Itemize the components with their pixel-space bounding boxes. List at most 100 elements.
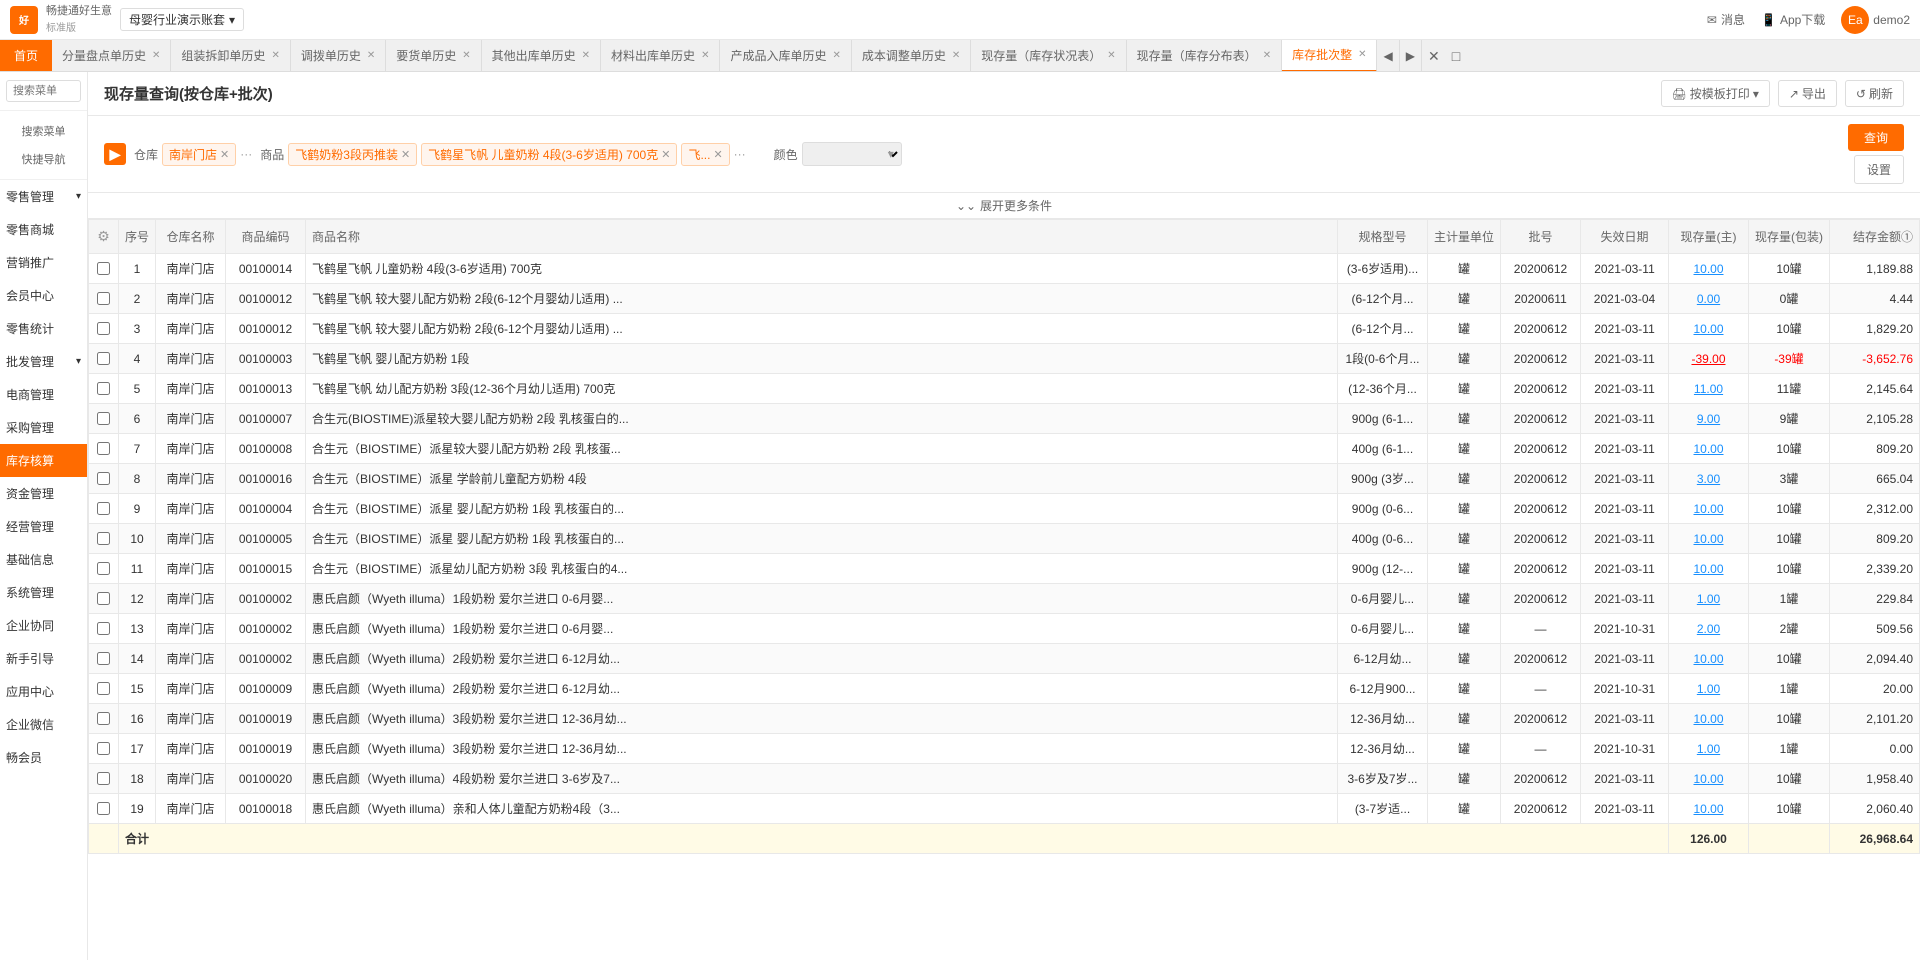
tab-split-inventory[interactable]: 分量盘点单历史 ✕ [52, 40, 171, 72]
sidebar-item-new-guide[interactable]: 新手引导 [0, 642, 87, 675]
row-checkbox[interactable] [97, 742, 110, 755]
tab-stock-dist[interactable]: 现存量（库存分布表） ✕ [1127, 40, 1282, 72]
row-stock-main: 10.00 [1669, 494, 1749, 524]
tag-close-icon[interactable]: ✕ [220, 148, 229, 161]
tab-close-icon[interactable]: ✕ [271, 40, 279, 72]
row-expire: 2021-03-11 [1581, 254, 1669, 284]
refresh-btn[interactable]: ↺ 刷新 [1845, 80, 1904, 107]
row-checkbox[interactable] [97, 592, 110, 605]
tab-close-icon[interactable]: ✕ [582, 40, 590, 72]
tab-cost-adjust[interactable]: 成本调整单历史 ✕ [852, 40, 971, 72]
row-checkbox[interactable] [97, 382, 110, 395]
row-checkbox[interactable] [97, 622, 110, 635]
row-name: 飞鹤星飞帆 婴儿配方奶粉 1段 [306, 344, 1338, 374]
tab-prev-btn[interactable]: ◀ [1377, 40, 1399, 72]
table-wrapper[interactable]: ⚙ 序号 仓库名称 商品编码 商品名称 规格型号 主计量单位 批号 失效日期 现… [88, 219, 1920, 960]
row-checkbox[interactable] [97, 802, 110, 815]
row-checkbox[interactable] [97, 412, 110, 425]
tab-home[interactable]: 首页 [0, 40, 52, 72]
tab-transfer[interactable]: 调拨单历史 ✕ [291, 40, 386, 72]
sidebar-item-app-center[interactable]: 应用中心 [0, 675, 87, 708]
tab-close-icon[interactable]: ✕ [1107, 40, 1115, 72]
tab-requisition[interactable]: 要货单历史 ✕ [386, 40, 481, 72]
tab-close-icon[interactable]: ✕ [952, 40, 960, 72]
message-icon: ✉ [1707, 13, 1717, 27]
row-name: 惠氏启颜（Wyeth illuma）亲和人体儿童配方奶粉4段（3... [306, 794, 1338, 824]
expand-conditions-btn[interactable]: ⌄⌄ 展开更多条件 [956, 197, 1052, 214]
color-select[interactable] [802, 142, 902, 166]
row-stock-main: 10.00 [1669, 644, 1749, 674]
tab-product-inbound[interactable]: 产成品入库单历史 ✕ [720, 40, 851, 72]
setting-btn[interactable]: 设置 [1854, 155, 1904, 184]
row-checkbox[interactable] [97, 682, 110, 695]
row-checkbox[interactable] [97, 652, 110, 665]
sidebar-item-enterprise-collab[interactable]: 企业协同 [0, 609, 87, 642]
tab-next-btn[interactable]: ▶ [1400, 40, 1422, 72]
row-checkbox[interactable] [97, 562, 110, 575]
tag-close-icon[interactable]: ✕ [661, 148, 670, 161]
company-selector[interactable]: 母婴行业演示账套 ▾ [120, 8, 244, 31]
app-download-btn[interactable]: 📱 App下载 [1761, 11, 1825, 28]
product-tag-1: 飞鹤奶粉3段丙推装 ✕ [288, 143, 417, 166]
tab-close-icon[interactable]: ✕ [462, 40, 470, 72]
export-btn[interactable]: ↗ 导出 [1778, 80, 1837, 107]
row-name: 合生元(BIOSTIME)派星较大婴儿配方奶粉 2段 乳核蛋白的... [306, 404, 1338, 434]
sidebar-item-quick-nav[interactable]: 快捷导航 [0, 145, 87, 173]
tab-close-icon[interactable]: ✕ [832, 40, 840, 72]
tab-material-outbound[interactable]: 材料出库单历史 ✕ [601, 40, 720, 72]
sidebar-item-retail-mall[interactable]: 零售商城 [0, 213, 87, 246]
row-expire: 2021-03-11 [1581, 404, 1669, 434]
tab-disassemble[interactable]: 组装拆卸单历史 ✕ [171, 40, 290, 72]
sidebar-item-purchase-mgmt[interactable]: 采购管理 [0, 411, 87, 444]
row-checkbox[interactable] [97, 712, 110, 725]
row-checkbox[interactable] [97, 262, 110, 275]
row-stock-main: 3.00 [1669, 464, 1749, 494]
color-filter-group: 颜色 ▾ [774, 142, 894, 166]
gear-icon[interactable]: ⚙ [97, 228, 110, 244]
sidebar-item-member-card[interactable]: 畅会员 [0, 741, 87, 774]
tab-other-outbound[interactable]: 其他出库单历史 ✕ [482, 40, 601, 72]
sidebar-item-ecommerce-mgmt[interactable]: 电商管理 [0, 378, 87, 411]
row-checkbox[interactable] [97, 442, 110, 455]
tab-close-icon[interactable]: ✕ [701, 40, 709, 72]
row-checkbox[interactable] [97, 292, 110, 305]
sidebar-item-enterprise-wechat[interactable]: 企业微信 [0, 708, 87, 741]
sidebar-item-retail-stats[interactable]: 零售统计 [0, 312, 87, 345]
tab-close-icon[interactable]: ✕ [1263, 40, 1271, 72]
row-checkbox[interactable] [97, 322, 110, 335]
print-btn[interactable]: 🖨 按模板打印 ▾ [1661, 80, 1770, 107]
tag-close-icon[interactable]: ✕ [713, 148, 722, 161]
sidebar-item-system-mgmt[interactable]: 系统管理 [0, 576, 87, 609]
tab-maximize-btn[interactable]: □ [1446, 40, 1466, 72]
row-checkbox[interactable] [97, 502, 110, 515]
tab-stock-status[interactable]: 现存量（库存状况表） ✕ [971, 40, 1126, 72]
sidebar-item-finance-mgmt[interactable]: 资金管理 [0, 477, 87, 510]
tab-close-icon[interactable]: ✕ [367, 40, 375, 72]
row-checkbox[interactable] [97, 532, 110, 545]
row-checkbox[interactable] [97, 472, 110, 485]
row-spec: 400g (0-6... [1337, 524, 1427, 554]
tag-close-icon[interactable]: ✕ [401, 148, 410, 161]
messages-btn[interactable]: ✉ 消息 [1707, 11, 1745, 28]
row-warehouse: 南岸门店 [156, 344, 226, 374]
sidebar-item-wholesale-mgmt[interactable]: 批发管理 ▾ [0, 345, 87, 378]
sidebar-item-member-center[interactable]: 会员中心 [0, 279, 87, 312]
tab-close-icon[interactable]: ✕ [1358, 40, 1366, 71]
row-num: 8 [119, 464, 156, 494]
tab-close-btn[interactable]: ✕ [1422, 40, 1446, 72]
sidebar-item-operations-mgmt[interactable]: 经营管理 [0, 510, 87, 543]
sidebar-item-marketing[interactable]: 营销推广 [0, 246, 87, 279]
filter-expand-btn[interactable]: ▶ [104, 143, 126, 165]
sidebar-item-basic-info[interactable]: 基础信息 [0, 543, 87, 576]
row-checkbox[interactable] [97, 772, 110, 785]
search-input[interactable] [6, 80, 81, 102]
user-profile[interactable]: Ea demo2 [1841, 6, 1910, 34]
query-btn[interactable]: 查询 [1848, 124, 1904, 151]
tab-close-icon[interactable]: ✕ [152, 40, 160, 72]
tab-warehouse-batch[interactable]: 库存批次整 ✕ [1282, 40, 1377, 72]
sidebar-item-search-menu[interactable]: 搜索菜单 [0, 117, 87, 145]
row-checkbox[interactable] [97, 352, 110, 365]
sidebar-item-inventory-mgmt[interactable]: 库存核算 [0, 444, 87, 477]
row-checkbox-cell [89, 794, 119, 824]
sidebar-item-retail-mgmt[interactable]: 零售管理 ▾ [0, 180, 87, 213]
